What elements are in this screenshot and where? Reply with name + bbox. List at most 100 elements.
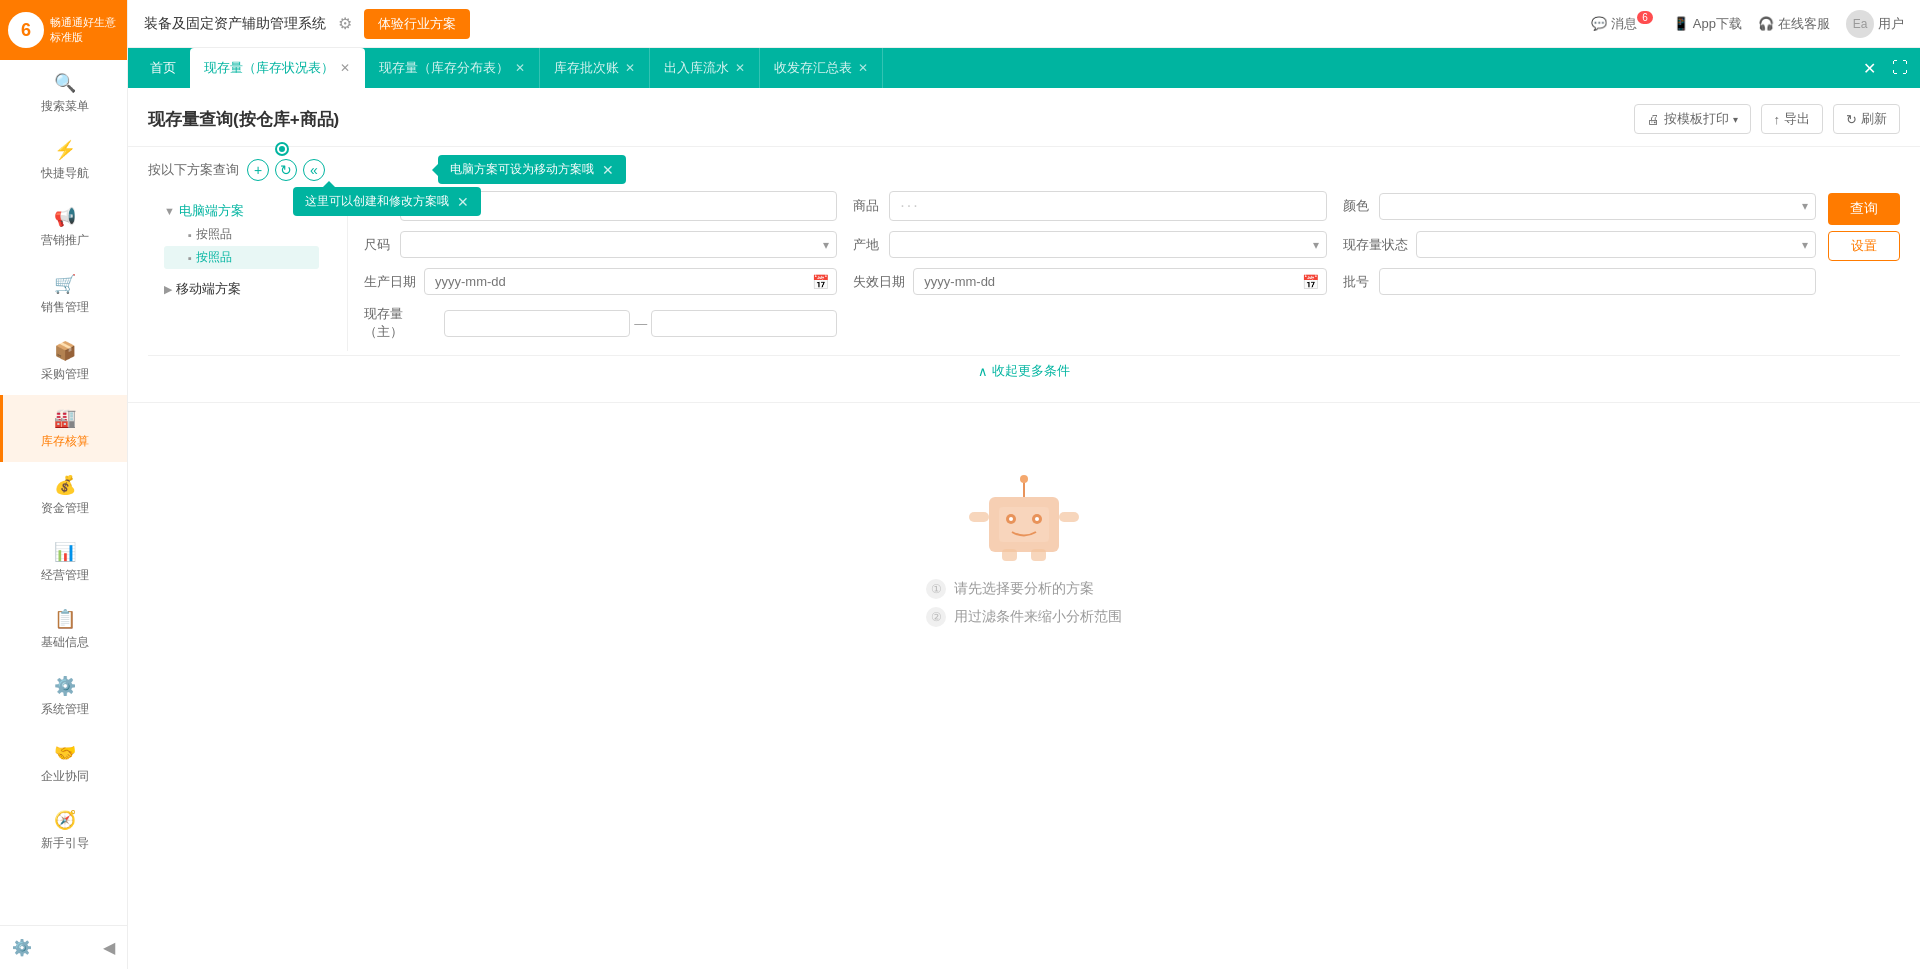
stock-main-min-input[interactable] bbox=[444, 310, 630, 337]
tabs-close-all-icon[interactable]: ✕ bbox=[1859, 55, 1880, 82]
sidebar-item-purchase[interactable]: 📦 采购管理 bbox=[0, 328, 127, 395]
sidebar-item-ops[interactable]: 📊 经营管理 bbox=[0, 529, 127, 596]
refresh-btn[interactable]: ↻ 刷新 bbox=[1833, 104, 1900, 134]
tab-recv-summary[interactable]: 收发存汇总表 ✕ bbox=[760, 48, 883, 88]
svg-rect-9 bbox=[1059, 512, 1079, 522]
expire-date-field: 失效日期 📅 bbox=[853, 268, 1326, 295]
message-badge: 6 bbox=[1637, 11, 1653, 24]
tab-recv-summary-label: 收发存汇总表 bbox=[774, 59, 852, 77]
online-service-label: 在线客服 bbox=[1778, 15, 1830, 33]
tab-inout[interactable]: 出入库流水 ✕ bbox=[650, 48, 760, 88]
finance-icon: 💰 bbox=[54, 474, 76, 496]
expire-date-wrap: 📅 bbox=[913, 268, 1326, 295]
step-1-num: ① bbox=[926, 579, 946, 599]
color-select[interactable] bbox=[1379, 193, 1816, 220]
step-2-text: 用过滤条件来缩小分析范围 bbox=[954, 608, 1122, 626]
online-service-item[interactable]: 🎧 在线客服 bbox=[1758, 15, 1830, 33]
tab-batch-close[interactable]: ✕ bbox=[625, 61, 635, 75]
tab-recv-summary-close[interactable]: ✕ bbox=[858, 61, 868, 75]
content: 现存量查询(按仓库+商品) 🖨 按模板打印 ▾ ↑ 导出 ↻ 刷新 bbox=[128, 88, 1920, 969]
avatar: Ea bbox=[1846, 10, 1874, 38]
avatar-text: Ea bbox=[1853, 17, 1868, 31]
sidebar-item-corp[interactable]: 🤝 企业协同 bbox=[0, 730, 127, 797]
svg-rect-10 bbox=[1002, 549, 1017, 561]
mobile-scheme-group[interactable]: ▶ 移动端方案 bbox=[164, 277, 319, 301]
sidebar-item-sales[interactable]: 🛒 销售管理 bbox=[0, 261, 127, 328]
sales-icon: 🛒 bbox=[54, 273, 76, 295]
tab-inventory-status[interactable]: 现存量（库存状况表） ✕ bbox=[190, 48, 365, 88]
svg-rect-11 bbox=[1031, 549, 1046, 561]
search-icon: 🔍 bbox=[54, 72, 76, 94]
header-right: 💬 消息 6 📱 App下载 🎧 在线客服 Ea 用户 bbox=[1591, 10, 1904, 38]
tab-inout-close[interactable]: ✕ bbox=[735, 61, 745, 75]
filter-label: 按以下方案查询 bbox=[148, 161, 239, 179]
empty-step-1: ① 请先选择要分析的方案 bbox=[926, 579, 1122, 599]
pc-sub-2[interactable]: ▪ 按照品 bbox=[164, 246, 319, 269]
tab-home[interactable]: 首页 bbox=[136, 48, 190, 88]
scheme-tooltip-text: 电脑方案可设为移动方案哦 bbox=[450, 161, 594, 178]
reset-btn[interactable]: 设置 bbox=[1828, 231, 1900, 261]
prod-date-input[interactable] bbox=[424, 268, 837, 295]
app-download-item[interactable]: 📱 App下载 bbox=[1673, 15, 1742, 33]
origin-field: 产地 ▾ bbox=[853, 231, 1326, 258]
trial-btn[interactable]: 体验行业方案 bbox=[364, 9, 470, 39]
corp-icon: 🤝 bbox=[54, 742, 76, 764]
user-item[interactable]: Ea 用户 bbox=[1846, 10, 1904, 38]
sidebar-item-inventory[interactable]: 🏭 库存核算 bbox=[0, 395, 127, 462]
stock-main-max-input[interactable] bbox=[651, 310, 837, 337]
sidebar-item-label: 营销推广 bbox=[41, 232, 89, 249]
settings-gear-icon[interactable]: ⚙ bbox=[338, 14, 352, 33]
tab-inventory-dist-label: 现存量（库存分布表） bbox=[379, 59, 509, 77]
stock-status-field: 现存量状态 ▾ bbox=[1343, 231, 1816, 258]
stock-main-field: 现存量（主） — bbox=[364, 305, 837, 341]
origin-select[interactable] bbox=[889, 231, 1326, 258]
search-btn-area: 查询 设置 bbox=[1816, 191, 1900, 351]
back-scheme-btn[interactable]: « bbox=[303, 159, 325, 181]
sidebar-nav: 🔍 搜索菜单 ⚡ 快捷导航 📢 营销推广 🛒 销售管理 📦 采购管理 🏭 库存核… bbox=[0, 60, 127, 925]
scheme-tooltip-close[interactable]: ✕ bbox=[602, 162, 614, 178]
collapse-sidebar-icon[interactable]: ◀ bbox=[103, 938, 115, 957]
sidebar-item-quick[interactable]: ⚡ 快捷导航 bbox=[0, 127, 127, 194]
message-icon: 💬 bbox=[1591, 16, 1607, 31]
sidebar-item-system[interactable]: ⚙️ 系统管理 bbox=[0, 663, 127, 730]
pc-scheme-label: 电脑端方案 bbox=[179, 202, 244, 220]
prod-date-field: 生产日期 📅 bbox=[364, 268, 837, 295]
settings-icon[interactable]: ⚙️ bbox=[12, 938, 32, 957]
batch-input[interactable] bbox=[1379, 268, 1816, 295]
stock-main-range: — bbox=[444, 310, 837, 337]
svg-rect-8 bbox=[969, 512, 989, 522]
sidebar-bottom: ⚙️ ◀ bbox=[0, 925, 127, 969]
stock-main-label: 现存量（主） bbox=[364, 305, 436, 341]
message-item[interactable]: 💬 消息 6 bbox=[1591, 15, 1657, 33]
goods-input[interactable]: ··· bbox=[889, 191, 1326, 221]
filter-header: 按以下方案查询 + ↻ « 电脑方案可设为移动方案哦 ✕ bbox=[148, 159, 1900, 181]
stock-status-select[interactable] bbox=[1416, 231, 1816, 258]
tab-batch[interactable]: 库存批次账 ✕ bbox=[540, 48, 650, 88]
filter-actions: + ↻ « bbox=[247, 159, 325, 181]
sidebar: 6 畅通通好生意 标准版 🔍 搜索菜单 ⚡ 快捷导航 📢 营销推广 🛒 销售管理… bbox=[0, 0, 128, 969]
stock-status-label: 现存量状态 bbox=[1343, 236, 1408, 254]
sidebar-item-finance[interactable]: 💰 资金管理 bbox=[0, 462, 127, 529]
logo-text: 畅通通好生意 标准版 bbox=[50, 15, 116, 46]
sidebar-item-guide[interactable]: 🧭 新手引导 bbox=[0, 797, 127, 864]
export-btn[interactable]: ↑ 导出 bbox=[1761, 104, 1824, 134]
refresh-scheme-btn[interactable]: ↻ bbox=[275, 159, 297, 181]
create-tooltip-close[interactable]: ✕ bbox=[457, 194, 469, 210]
tab-inventory-dist-close[interactable]: ✕ bbox=[515, 61, 525, 75]
tab-inventory-dist[interactable]: 现存量（库存分布表） ✕ bbox=[365, 48, 540, 88]
sidebar-item-marketing[interactable]: 📢 营销推广 bbox=[0, 194, 127, 261]
tab-inventory-status-close[interactable]: ✕ bbox=[340, 61, 350, 75]
add-scheme-btn[interactable]: + bbox=[247, 159, 269, 181]
page-actions: 🖨 按模板打印 ▾ ↑ 导出 ↻ 刷新 bbox=[1634, 104, 1901, 134]
print-template-btn[interactable]: 🖨 按模板打印 ▾ bbox=[1634, 104, 1751, 134]
pc-sub-1[interactable]: ▪ 按照品 bbox=[164, 223, 319, 246]
tabs-fullscreen-icon[interactable]: ⛶ bbox=[1888, 55, 1912, 81]
expire-date-input[interactable] bbox=[913, 268, 1326, 295]
sidebar-item-search[interactable]: 🔍 搜索菜单 bbox=[0, 60, 127, 127]
collapse-btn[interactable]: ∧ 收起更多条件 bbox=[148, 355, 1900, 386]
marketing-icon: 📢 bbox=[54, 206, 76, 228]
sidebar-item-base[interactable]: 📋 基础信息 bbox=[0, 596, 127, 663]
search-btn[interactable]: 查询 bbox=[1828, 193, 1900, 225]
export-label: 导出 bbox=[1784, 110, 1810, 128]
size-select[interactable] bbox=[400, 231, 837, 258]
